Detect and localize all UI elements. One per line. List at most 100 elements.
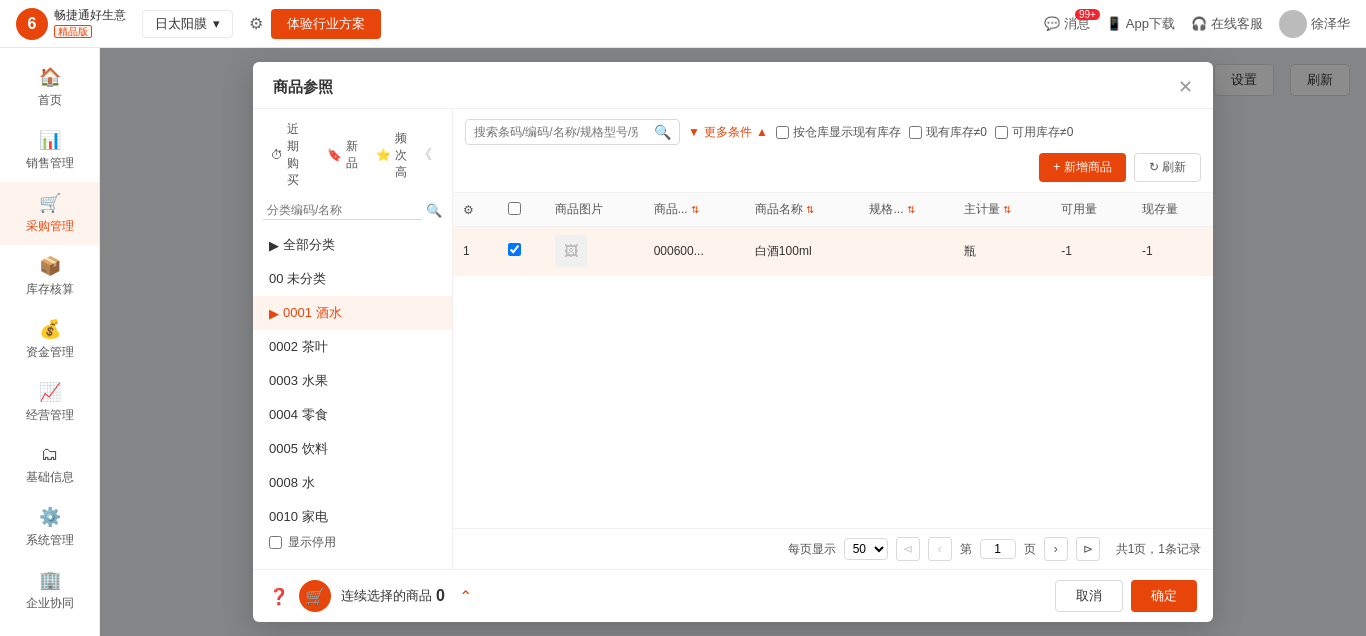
sidebar-label-home: 首页 bbox=[38, 92, 62, 109]
add-product-button[interactable]: + 新增商品 bbox=[1039, 153, 1125, 182]
cat-item-0005[interactable]: 0005 饮料 bbox=[253, 432, 452, 466]
operation-icon: 📈 bbox=[39, 381, 61, 403]
sidebar-label-sales: 销售管理 bbox=[26, 155, 74, 172]
checkbox-stock-input[interactable] bbox=[909, 126, 922, 139]
cat-item-0010[interactable]: 0010 家电 bbox=[253, 500, 452, 524]
modal-close-button[interactable]: ✕ bbox=[1178, 76, 1193, 98]
sidebar-item-finance[interactable]: 💰 资金管理 bbox=[0, 308, 99, 371]
experience-button[interactable]: 体验行业方案 bbox=[271, 9, 381, 39]
sidebar-label-enterprise: 企业协同 bbox=[26, 595, 74, 612]
th-name[interactable]: 商品名称 ⇅ bbox=[745, 193, 860, 227]
message-nav[interactable]: 💬 消息 99+ bbox=[1044, 15, 1090, 33]
system-icon: ⚙️ bbox=[39, 506, 61, 528]
checkbox-warehouse-input[interactable] bbox=[776, 126, 789, 139]
sidebar-item-enterprise[interactable]: 🏢 企业协同 bbox=[0, 559, 99, 622]
service-label: 在线客服 bbox=[1211, 15, 1263, 33]
checkbox-stock-nonzero[interactable]: 现有库存≠0 bbox=[909, 124, 987, 141]
table-header-row: ⚙ 商品图片 商品... ⇅ 商品名称 bbox=[453, 193, 1213, 227]
confirm-button[interactable]: 确定 bbox=[1131, 580, 1197, 612]
page-prev-button[interactable]: ‹ bbox=[928, 537, 952, 561]
cat-item-0010-label: 0010 家电 bbox=[269, 508, 328, 524]
sidebar-item-system[interactable]: ⚙️ 系统管理 bbox=[0, 496, 99, 559]
footer-collapse-icon[interactable]: ⌃ bbox=[459, 587, 472, 606]
checkbox-warehouse[interactable]: 按仓库显示现有库存 bbox=[776, 124, 901, 141]
app-download-label: App下载 bbox=[1126, 15, 1175, 33]
per-page-label: 每页显示 bbox=[788, 541, 836, 558]
show-disabled-row: 显示停用 bbox=[253, 524, 452, 561]
th-unit[interactable]: 主计量 ⇅ bbox=[954, 193, 1051, 227]
cat-item-all[interactable]: ▶ 全部分类 bbox=[253, 228, 452, 262]
td-checkbox[interactable] bbox=[498, 227, 546, 276]
cancel-button[interactable]: 取消 bbox=[1055, 580, 1123, 612]
sidebar-item-inventory[interactable]: 📦 库存核算 bbox=[0, 245, 99, 308]
select-all-checkbox[interactable] bbox=[508, 202, 521, 215]
more-filter-button[interactable]: ▼ 更多条件 ▲ bbox=[688, 124, 768, 141]
th-code[interactable]: 商品... ⇅ bbox=[644, 193, 745, 227]
nav-dropdown-label: 日太阳膜 bbox=[155, 15, 207, 33]
table-row[interactable]: 1 🖼 000600... 白酒100ml bbox=[453, 227, 1213, 276]
sidebar-label-system: 系统管理 bbox=[26, 532, 74, 549]
finance-icon: 💰 bbox=[39, 318, 61, 340]
modal-overlay: 商品参照 ✕ ⏱ 近期购买 🔖 bbox=[100, 48, 1366, 636]
page-last-button[interactable]: ⊳ bbox=[1076, 537, 1100, 561]
tab-new[interactable]: 🔖 新品 bbox=[319, 134, 366, 176]
help-icon[interactable]: ❓ bbox=[269, 587, 289, 606]
tab-recent[interactable]: ⏱ 近期购买 bbox=[263, 117, 317, 193]
show-disabled-checkbox[interactable] bbox=[269, 536, 282, 549]
page-first-button[interactable]: ⊲ bbox=[896, 537, 920, 561]
app-download-nav[interactable]: 📱 App下载 bbox=[1106, 15, 1175, 33]
nav-dropdown[interactable]: 日太阳膜 ▾ bbox=[142, 10, 233, 38]
logo-tag: 精品版 bbox=[54, 25, 92, 38]
category-search-input[interactable] bbox=[263, 201, 422, 220]
product-search-button[interactable]: 🔍 bbox=[646, 120, 679, 144]
star-icon: ⭐ bbox=[376, 148, 391, 162]
page-next-button[interactable]: › bbox=[1044, 537, 1068, 561]
th-settings[interactable]: ⚙ bbox=[453, 193, 498, 227]
cat-item-0004[interactable]: 0004 零食 bbox=[253, 398, 452, 432]
sidebar-item-basic[interactable]: 🗂 基础信息 bbox=[0, 434, 99, 496]
cat-item-00[interactable]: 00 未分类 bbox=[253, 262, 452, 296]
cat-item-0002[interactable]: 0002 茶叶 bbox=[253, 330, 452, 364]
modal-body: ⏱ 近期购买 🔖 新品 ⭐ 频次高 《 bbox=[253, 109, 1213, 569]
purchase-icon: 🛒 bbox=[39, 192, 61, 214]
product-thumbnail: 🖼 bbox=[555, 235, 587, 267]
gear-icon[interactable]: ⚙ bbox=[249, 14, 263, 33]
sort-arrows-name: ⇅ bbox=[806, 204, 814, 215]
th-checkbox[interactable] bbox=[498, 193, 546, 227]
user-nav[interactable]: 徐泽华 bbox=[1279, 10, 1350, 38]
cat-item-0008[interactable]: 0008 水 bbox=[253, 466, 452, 500]
sidebar-item-operation[interactable]: 📈 经营管理 bbox=[0, 371, 99, 434]
newbie-icon: 📖 bbox=[39, 632, 61, 636]
th-stock: 现存量 bbox=[1132, 193, 1213, 227]
refresh-product-button[interactable]: ↻ 刷新 bbox=[1134, 153, 1201, 182]
page-suffix: 页 bbox=[1024, 541, 1036, 558]
sidebar-item-purchase[interactable]: 🛒 采购管理 bbox=[0, 182, 99, 245]
tab-new-label: 新品 bbox=[346, 138, 358, 172]
search-icon[interactable]: 🔍 bbox=[426, 203, 442, 218]
avatar bbox=[1279, 10, 1307, 38]
cat-item-0001[interactable]: ▶ 0001 酒水 bbox=[253, 296, 452, 330]
tab-recent-label: 近期购买 bbox=[287, 121, 309, 189]
collapse-button[interactable]: 《 bbox=[418, 146, 432, 164]
per-page-select[interactable]: 50 bbox=[844, 538, 888, 560]
arrow-right-active-icon: ▶ bbox=[269, 306, 279, 321]
tab-frequent[interactable]: ⭐ 频次高 bbox=[368, 126, 416, 185]
sort-arrows-spec: ⇅ bbox=[907, 204, 915, 215]
sidebar-item-home[interactable]: 🏠 首页 bbox=[0, 56, 99, 119]
checkbox-available-nonzero[interactable]: 可用库存≠0 bbox=[995, 124, 1073, 141]
th-spec[interactable]: 规格... ⇅ bbox=[859, 193, 953, 227]
top-nav: 6 畅捷通好生意 精品版 日太阳膜 ▾ ⚙ 体验行业方案 💬 消息 99+ 📱 … bbox=[0, 0, 1366, 48]
cat-item-0003[interactable]: 0003 水果 bbox=[253, 364, 452, 398]
td-spec bbox=[859, 227, 953, 276]
checkbox-stock-label: 现有库存≠0 bbox=[926, 124, 987, 141]
service-nav[interactable]: 🎧 在线客服 bbox=[1191, 15, 1263, 33]
row-checkbox[interactable] bbox=[508, 243, 521, 256]
checkbox-available-input[interactable] bbox=[995, 126, 1008, 139]
product-search-input[interactable] bbox=[466, 121, 646, 143]
message-icon: 💬 bbox=[1044, 16, 1060, 31]
product-panel: 🔍 ▼ 更多条件 ▲ 按仓库显示现有库存 bbox=[453, 109, 1213, 569]
sidebar-item-newbie[interactable]: 📖 新手引导 bbox=[0, 622, 99, 636]
enterprise-icon: 🏢 bbox=[39, 569, 61, 591]
sidebar-item-sales[interactable]: 📊 销售管理 bbox=[0, 119, 99, 182]
page-input[interactable] bbox=[980, 539, 1016, 559]
